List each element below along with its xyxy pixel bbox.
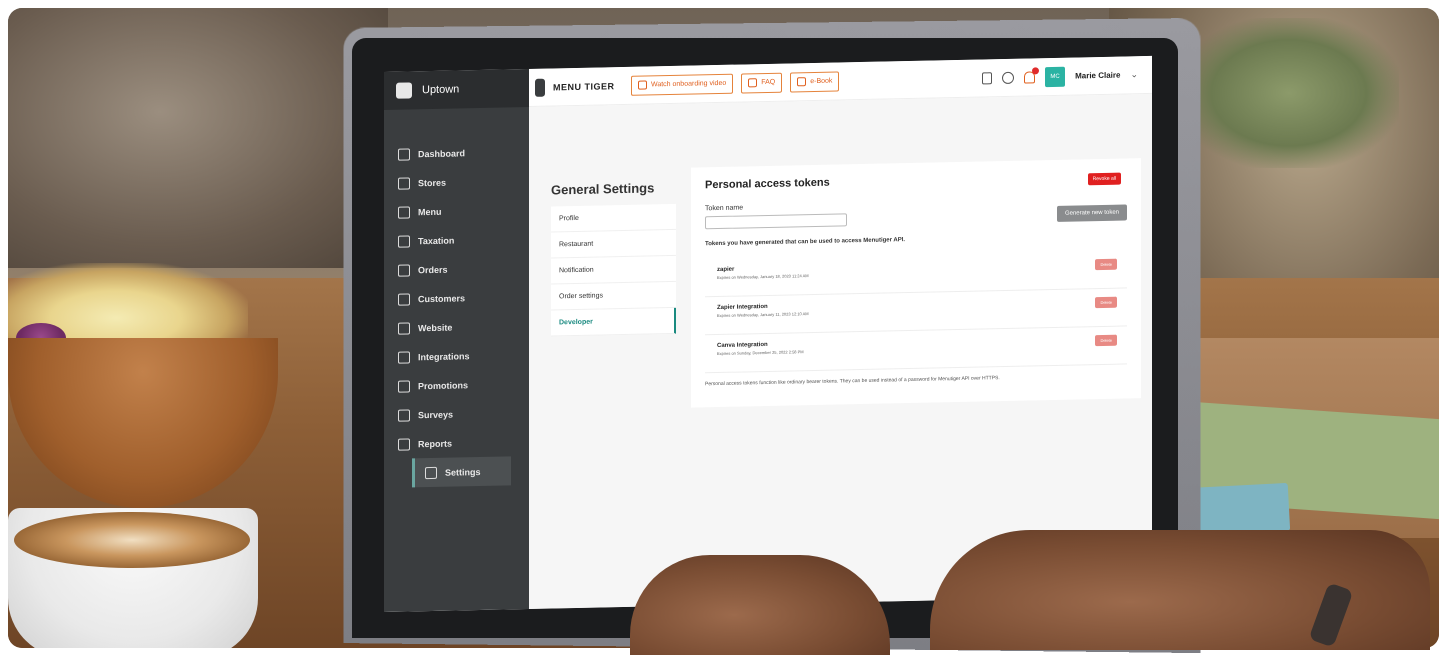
settings-item-restaurant[interactable]: Restaurant [551, 229, 676, 259]
sidebar-item-integrations[interactable]: Integrations [384, 340, 529, 372]
collapse-sidebar-button[interactable] [535, 78, 545, 97]
customers-icon [398, 292, 410, 306]
watch-video-button[interactable]: Watch onboarding video [631, 73, 734, 96]
settings-item-order-settings[interactable]: Order settings [551, 281, 676, 311]
sidebar-item-surveys[interactable]: Surveys [384, 398, 529, 430]
laptop-screen: Uptown Dashboard Stores Menu Taxation Or… [384, 55, 1152, 612]
store-icon [396, 82, 412, 99]
page-title: General Settings [551, 180, 655, 198]
settings-item-profile[interactable]: Profile [551, 203, 676, 233]
orders-icon [398, 263, 410, 277]
settings-menu: Profile Restaurant Notification Order se… [551, 203, 676, 337]
reports-icon [398, 437, 410, 451]
settings-item-notification[interactable]: Notification [551, 255, 676, 285]
taxation-icon [398, 234, 410, 248]
revoke-all-button[interactable]: Revoke all [1087, 172, 1121, 186]
tokens-description: Tokens you have generated that can be us… [705, 237, 906, 248]
sidebar: Uptown Dashboard Stores Menu Taxation Or… [384, 68, 529, 612]
help-icon [748, 78, 758, 88]
compass-icon[interactable] [1002, 71, 1015, 84]
bell-icon[interactable] [1024, 66, 1040, 84]
menu-icon [398, 205, 410, 219]
store-name: Uptown [422, 83, 460, 97]
surveys-icon [398, 408, 410, 422]
sidebar-item-reports[interactable]: Reports [384, 427, 529, 459]
sidebar-item-menu[interactable]: Menu [384, 195, 529, 227]
video-icon [638, 80, 647, 90]
notification-dot [1032, 66, 1040, 74]
sidebar-item-taxation[interactable]: Taxation [384, 224, 529, 256]
promotions-icon [398, 379, 410, 393]
tokens-footer: Personal access tokens function like ord… [705, 375, 1000, 388]
website-icon [398, 321, 410, 335]
sidebar-item-settings[interactable]: Settings [412, 456, 511, 488]
sidebar-item-website[interactable]: Website [384, 311, 529, 343]
plant [1179, 18, 1399, 168]
mobile-icon[interactable] [982, 71, 993, 84]
token-list: zapier Expires on Wednesday, January 18,… [705, 250, 1127, 374]
sidebar-item-stores[interactable]: Stores [384, 166, 529, 198]
user-name[interactable]: Marie Claire [1075, 71, 1120, 81]
settings-icon [425, 466, 437, 479]
ebook-button[interactable]: e-Book [790, 70, 840, 92]
delete-token-button[interactable]: Delete [1095, 334, 1117, 347]
avatar[interactable]: MC [1045, 66, 1066, 87]
delete-token-button[interactable]: Delete [1095, 296, 1117, 309]
home-icon [398, 147, 410, 161]
menutiger-logo: MENU TIGER [553, 80, 615, 92]
left-hand [630, 555, 890, 655]
right-hand [930, 530, 1430, 650]
sidebar-item-customers[interactable]: Customers [384, 282, 529, 314]
chevron-down-icon[interactable]: ⌄ [1130, 69, 1138, 80]
sidebar-item-promotions[interactable]: Promotions [384, 369, 529, 401]
delete-token-button[interactable]: Delete [1095, 258, 1117, 271]
sidebar-item-dashboard[interactable]: Dashboard [384, 137, 529, 169]
book-icon [797, 77, 807, 87]
background-blur [8, 8, 388, 268]
faq-button[interactable]: FAQ [741, 72, 783, 94]
integrations-icon [398, 350, 410, 364]
latte-art [14, 512, 250, 568]
token-name-input[interactable] [705, 213, 847, 230]
store-icon [398, 176, 410, 190]
sidebar-item-orders[interactable]: Orders [384, 253, 529, 285]
list-item: Canva Integration Expires on Sunday, Dec… [705, 326, 1127, 374]
settings-item-developer[interactable]: Developer [551, 307, 676, 337]
tokens-card: Personal access tokens Revoke all Token … [691, 158, 1141, 408]
store-switcher[interactable]: Uptown [384, 68, 529, 110]
generate-token-button[interactable]: Generate new token [1056, 204, 1127, 222]
card-title: Personal access tokens [705, 176, 830, 192]
